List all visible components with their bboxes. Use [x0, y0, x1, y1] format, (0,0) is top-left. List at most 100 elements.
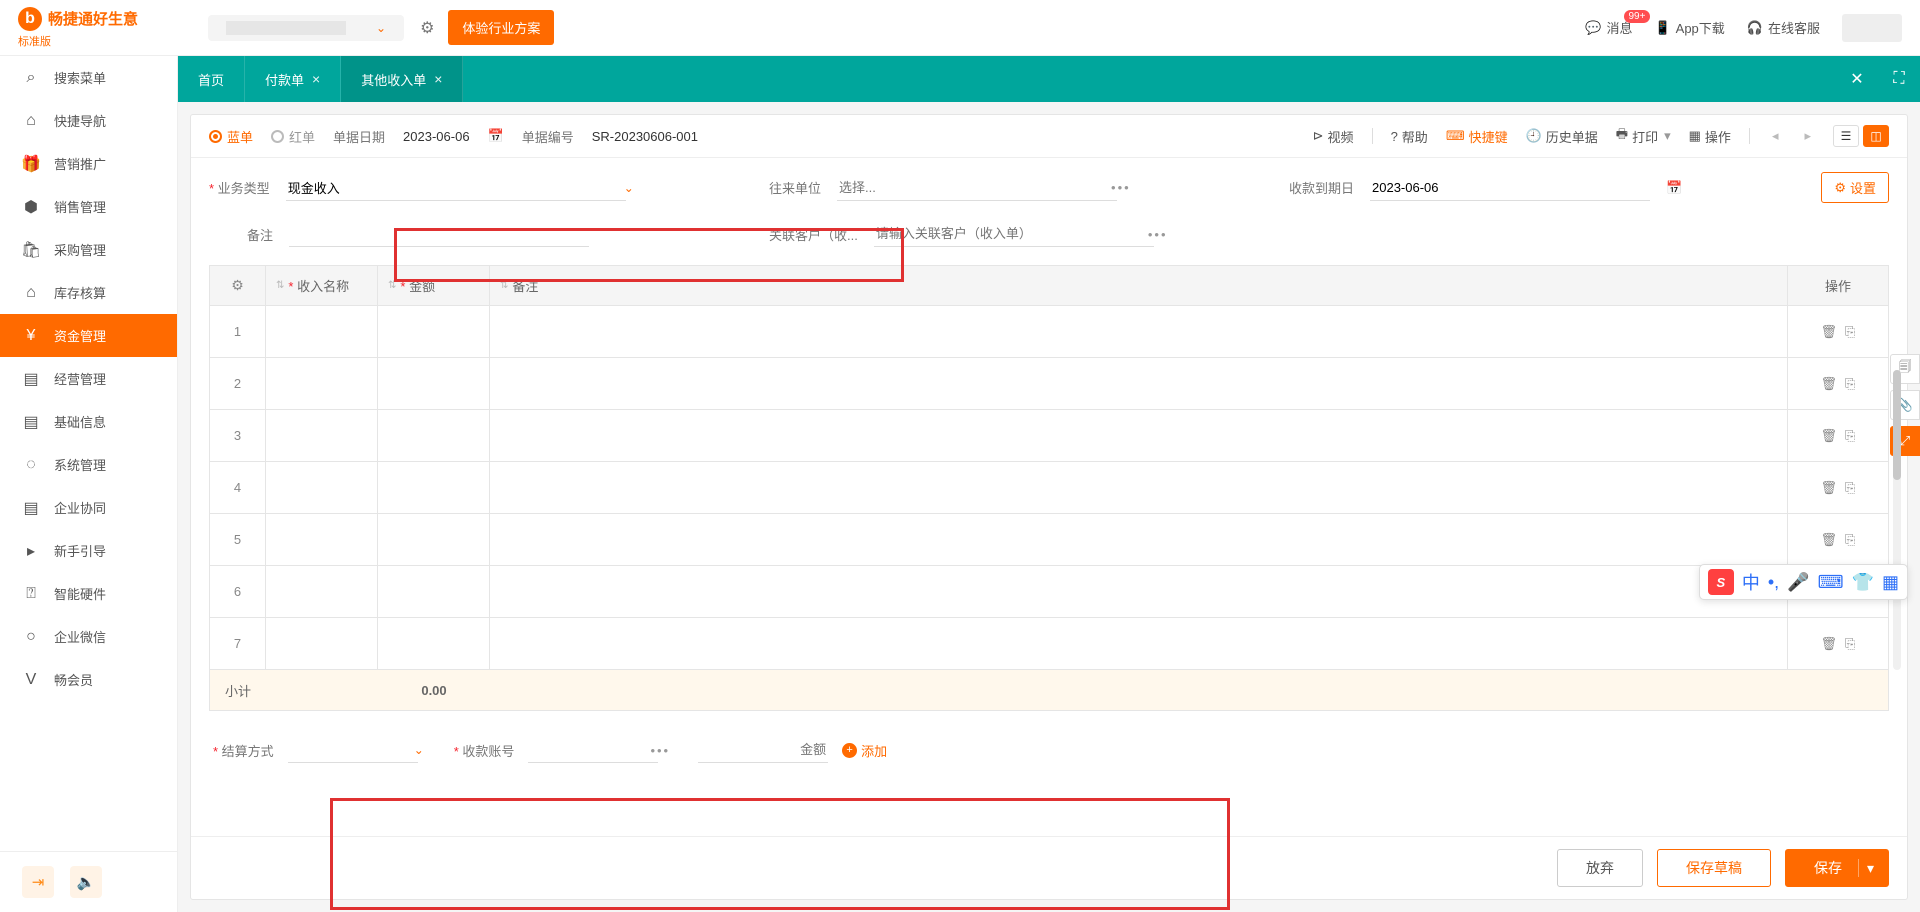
copy-icon[interactable]: ⎘: [1845, 376, 1855, 392]
gear-icon[interactable]: ⚙: [420, 18, 434, 38]
sidebar-item-0[interactable]: ⌕搜索菜单: [0, 56, 177, 99]
pay-amount-input[interactable]: [698, 737, 828, 763]
delete-icon[interactable]: 🗑: [1821, 636, 1838, 652]
delete-icon[interactable]: 🗑: [1821, 532, 1838, 548]
sidebar-item-5[interactable]: ⌂库存核算: [0, 271, 177, 314]
partner-select[interactable]: [837, 175, 1117, 201]
sort-icon[interactable]: ⇅: [276, 280, 284, 291]
table-row[interactable]: 2🗑⎘: [210, 358, 1888, 410]
settle-method-select[interactable]: [288, 737, 418, 763]
col-income-name: 收入名称: [288, 276, 349, 295]
grid-scrollbar[interactable]: [1893, 370, 1901, 670]
shortcut-link[interactable]: ⌨快捷键: [1446, 127, 1508, 146]
org-selector[interactable]: ⌄: [208, 15, 404, 41]
table-row[interactable]: 7🗑⎘: [210, 618, 1888, 670]
online-service-button[interactable]: 🎧 在线客服: [1747, 18, 1820, 37]
table-row[interactable]: 6🗑⎘: [210, 566, 1888, 618]
sort-icon[interactable]: ⇅: [388, 280, 396, 291]
bill-code-value: SR-20230606-001: [592, 129, 698, 144]
help-link[interactable]: ?帮助: [1391, 127, 1428, 146]
bill-date-value[interactable]: 2023-06-06: [403, 129, 470, 144]
messages-button[interactable]: 💬 消息 99+: [1585, 18, 1632, 37]
operate-button[interactable]: ▦操作: [1689, 127, 1731, 146]
gear-icon[interactable]: ⚙: [231, 277, 244, 294]
sidebar-item-10[interactable]: ▤企业协同: [0, 486, 177, 529]
delete-icon[interactable]: 🗑: [1821, 480, 1838, 496]
calendar-icon[interactable]: 📅: [488, 128, 504, 144]
view-detail-button[interactable]: ◫: [1863, 125, 1889, 147]
add-payment-button[interactable]: +添加: [842, 741, 887, 760]
table-row[interactable]: 5🗑⎘: [210, 514, 1888, 566]
solution-button[interactable]: 体验行业方案: [448, 10, 554, 45]
sidebar-collapse-button[interactable]: ⇥: [22, 866, 54, 898]
sidebar-item-7[interactable]: ▤经营管理: [0, 357, 177, 400]
user-avatar[interactable]: [1842, 14, 1902, 42]
history-link[interactable]: 🕘历史单据: [1526, 127, 1598, 146]
chevron-down-icon[interactable]: ⌄: [624, 181, 634, 195]
tab-close-icon[interactable]: ×: [312, 71, 320, 87]
remark-input[interactable]: [289, 221, 589, 247]
app-download-button[interactable]: 📱 App下载: [1654, 18, 1724, 37]
ime-lang[interactable]: 中: [1742, 569, 1760, 595]
sidebar-item-14[interactable]: V畅会员: [0, 658, 177, 701]
more-icon[interactable]: •••: [1111, 180, 1131, 195]
tab-close-icon[interactable]: ×: [434, 71, 442, 87]
next-bill-button[interactable]: ▸: [1800, 128, 1815, 144]
chevron-down-icon[interactable]: ⌄: [414, 743, 424, 757]
sidebar-item-6[interactable]: ¥资金管理: [0, 314, 177, 357]
pay-account-select[interactable]: [528, 737, 658, 763]
save-button[interactable]: 保存▾: [1785, 849, 1889, 887]
radio-red[interactable]: 红单: [271, 127, 315, 146]
delete-icon[interactable]: 🗑: [1821, 324, 1838, 340]
rel-customer-input[interactable]: [874, 221, 1154, 247]
sidebar-sound-button[interactable]: 🔈: [70, 866, 102, 898]
discard-button[interactable]: 放弃: [1557, 849, 1643, 887]
biz-type-select[interactable]: [286, 175, 626, 201]
ime-punct-icon[interactable]: •,: [1768, 572, 1779, 593]
table-row[interactable]: 3🗑⎘: [210, 410, 1888, 462]
delete-icon[interactable]: 🗑: [1821, 376, 1838, 392]
sidebar-item-11[interactable]: ▸新手引导: [0, 529, 177, 572]
sidebar-item-12[interactable]: ⍰智能硬件: [0, 572, 177, 615]
ime-mic-icon[interactable]: 🎤: [1787, 572, 1809, 593]
sort-icon[interactable]: ⇅: [500, 280, 508, 291]
radio-blue[interactable]: 蓝单: [209, 127, 253, 146]
tab-2[interactable]: 其他收入单×: [341, 56, 463, 102]
calendar-icon[interactable]: 📅: [1666, 180, 1682, 196]
tab-expand-button[interactable]: ⛶: [1878, 70, 1920, 88]
view-list-button[interactable]: ☰: [1833, 125, 1859, 147]
due-date-input[interactable]: [1370, 175, 1650, 201]
table-row[interactable]: 4🗑⎘: [210, 462, 1888, 514]
delete-icon[interactable]: 🗑: [1821, 428, 1838, 444]
tab-1[interactable]: 付款单×: [245, 56, 341, 102]
sidebar-item-2[interactable]: 🎁营销推广: [0, 142, 177, 185]
tab-close-button[interactable]: ✕: [1836, 69, 1878, 89]
tab-0[interactable]: 首页: [178, 56, 245, 102]
copy-icon[interactable]: ⎘: [1845, 428, 1855, 444]
more-icon[interactable]: •••: [1148, 227, 1168, 242]
prev-bill-button[interactable]: ◂: [1768, 128, 1783, 144]
print-button[interactable]: 🖶打印▾: [1616, 125, 1671, 147]
settings-button[interactable]: ⚙设置: [1821, 172, 1889, 203]
copy-icon[interactable]: ⎘: [1845, 532, 1855, 548]
video-link[interactable]: ⊳视频: [1313, 127, 1354, 146]
ime-keyboard-icon[interactable]: ⌨: [1818, 572, 1844, 593]
sidebar-item-8[interactable]: ▤基础信息: [0, 400, 177, 443]
sidebar-item-3[interactable]: ⬢销售管理: [0, 185, 177, 228]
save-draft-button[interactable]: 保存草稿: [1657, 849, 1771, 887]
sidebar-icon: ¥: [22, 327, 40, 345]
copy-icon[interactable]: ⎘: [1845, 324, 1855, 340]
subtotal-label: 小计: [225, 681, 251, 700]
ime-skin-icon[interactable]: 👕: [1852, 572, 1874, 593]
question-icon: ?: [1391, 129, 1398, 144]
sidebar-item-13[interactable]: ○企业微信: [0, 615, 177, 658]
sidebar-item-4[interactable]: 🛍采购管理: [0, 228, 177, 271]
ime-tools-icon[interactable]: ▦: [1882, 572, 1899, 593]
table-row[interactable]: 1🗑⎘: [210, 306, 1888, 358]
copy-icon[interactable]: ⎘: [1845, 636, 1855, 652]
more-icon[interactable]: •••: [650, 743, 670, 758]
ime-toolbar[interactable]: S 中 •, 🎤 ⌨ 👕 ▦: [1699, 564, 1908, 600]
sidebar-item-9[interactable]: ◌系统管理: [0, 443, 177, 486]
sidebar-item-1[interactable]: ⌂快捷导航: [0, 99, 177, 142]
copy-icon[interactable]: ⎘: [1845, 480, 1855, 496]
